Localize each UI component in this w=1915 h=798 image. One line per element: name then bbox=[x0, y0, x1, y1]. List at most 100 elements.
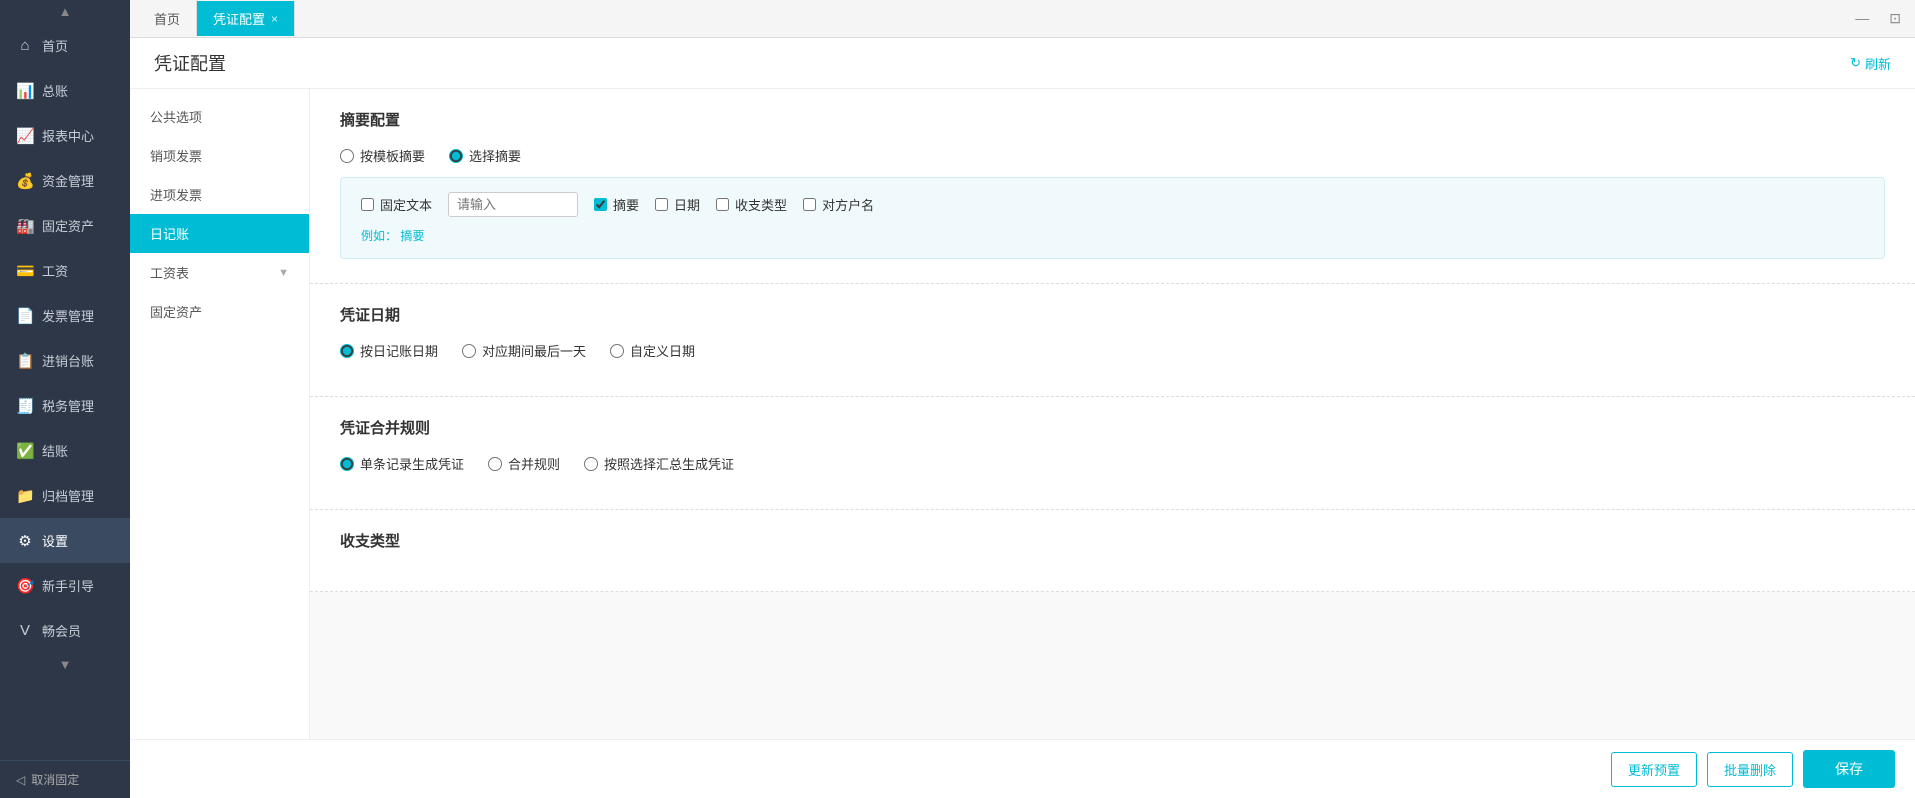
sidebar-item-invoice[interactable]: 📄 发票管理 bbox=[0, 293, 130, 338]
body-layout: 公共选项 销项发票 进项发票 日记账 工资表 ▼ 固定资产 bbox=[130, 89, 1915, 739]
funds-icon: 💰 bbox=[16, 172, 34, 190]
reports-icon: 📈 bbox=[16, 127, 34, 145]
date-radio-period[interactable]: 对应期间最后一天 bbox=[462, 341, 586, 360]
sidebar-item-tax[interactable]: 🧾 税务管理 bbox=[0, 383, 130, 428]
restore-icon[interactable]: ⊡ bbox=[1883, 8, 1907, 29]
sidebar-item-funds[interactable]: 💰 资金管理 bbox=[0, 158, 130, 203]
merge-section: 凭证合并规则 单条记录生成凭证 合并规则 按照选择汇总生成凭证 bbox=[310, 397, 1915, 510]
sidebar-item-settings[interactable]: ⚙ 设置 bbox=[0, 518, 130, 563]
left-nav-purchase-invoice-label: 进项发票 bbox=[150, 185, 202, 204]
income-type-label: 收支类型 bbox=[735, 195, 787, 214]
date-section: 凭证日期 按日记账日期 对应期间最后一天 自定义日期 bbox=[310, 284, 1915, 397]
journal-date-label: 按日记账日期 bbox=[360, 341, 438, 360]
checkbox-income-type[interactable]: 收支类型 bbox=[716, 195, 787, 214]
left-nav-sales-invoice-label: 销项发票 bbox=[150, 146, 202, 165]
sidebar-pin-toggle[interactable]: ◁ 取消固定 bbox=[0, 760, 130, 798]
example-value: 摘要 bbox=[400, 229, 424, 243]
sidebar-item-reports-label: 报表中心 bbox=[42, 126, 94, 145]
content-area: 凭证配置 ↻ 刷新 公共选项 销项发票 进项发票 日记账 bbox=[130, 38, 1915, 798]
date-checkbox[interactable] bbox=[655, 198, 668, 211]
sidebar-item-sales[interactable]: 📋 进销台账 bbox=[0, 338, 130, 383]
sidebar-item-home[interactable]: ⌂ 首页 bbox=[0, 23, 130, 68]
sidebar-item-guide[interactable]: 🎯 新手引导 bbox=[0, 563, 130, 608]
left-nav-sales-invoice[interactable]: 销项发票 bbox=[130, 136, 309, 175]
summary-checkbox[interactable] bbox=[594, 198, 607, 211]
merge-radio-summary[interactable]: 按照选择汇总生成凭证 bbox=[584, 454, 734, 473]
left-nav-public[interactable]: 公共选项 bbox=[130, 97, 309, 136]
sidebar-item-ledger[interactable]: 📊 总账 bbox=[0, 68, 130, 113]
checkbox-summary[interactable]: 摘要 bbox=[594, 195, 639, 214]
tab-voucher-config[interactable]: 凭证配置 × bbox=[197, 1, 295, 36]
batch-delete-button[interactable]: 批量删除 bbox=[1707, 752, 1793, 787]
fixed-text-checkbox[interactable] bbox=[361, 198, 374, 211]
main-area: 首页 凭证配置 × — ⊡ 凭证配置 ↻ 刷新 公共选项 bbox=[130, 0, 1915, 798]
summary-inner-box: 固定文本 摘要 日期 bbox=[340, 177, 1885, 259]
date-radio-journal[interactable]: 按日记账日期 bbox=[340, 341, 438, 360]
sidebar-item-reports[interactable]: 📈 报表中心 bbox=[0, 113, 130, 158]
merge-radio-single[interactable]: 单条记录生成凭证 bbox=[340, 454, 464, 473]
tab-bar: 首页 凭证配置 × — ⊡ bbox=[130, 0, 1915, 38]
refresh-button[interactable]: ↻ 刷新 bbox=[1850, 54, 1891, 73]
summary-template-label: 按模板摘要 bbox=[360, 146, 425, 165]
date-radio-custom[interactable]: 自定义日期 bbox=[610, 341, 695, 360]
settle-icon: ✅ bbox=[16, 442, 34, 460]
income-type-section: 收支类型 bbox=[310, 510, 1915, 592]
sidebar-scroll-up[interactable]: ▲ bbox=[0, 0, 130, 23]
left-nav-fixed-assets[interactable]: 固定资产 bbox=[130, 292, 309, 331]
summary-label: 摘要 bbox=[613, 195, 639, 214]
sidebar-item-assets[interactable]: 🏭 固定资产 bbox=[0, 203, 130, 248]
merge-radio-rule[interactable]: 合并规则 bbox=[488, 454, 560, 473]
fixed-text-input[interactable] bbox=[448, 192, 578, 217]
tab-controls: — ⊡ bbox=[1849, 8, 1907, 29]
select-summary-radio[interactable] bbox=[584, 457, 598, 471]
summary-radio-select[interactable]: 选择摘要 bbox=[449, 146, 521, 165]
fixed-text-label: 固定文本 bbox=[380, 195, 432, 214]
custom-date-label: 自定义日期 bbox=[630, 341, 695, 360]
sidebar-item-payroll[interactable]: 💳 工资 bbox=[0, 248, 130, 293]
sidebar-item-archive[interactable]: 📁 归档管理 bbox=[0, 473, 130, 518]
summary-template-radio[interactable] bbox=[340, 149, 354, 163]
sidebar-item-member[interactable]: V 畅会员 bbox=[0, 608, 130, 653]
save-button[interactable]: 保存 bbox=[1803, 750, 1895, 788]
tab-home[interactable]: 首页 bbox=[138, 1, 197, 36]
left-nav-journal[interactable]: 日记账 bbox=[130, 214, 309, 253]
refresh-icon: ↻ bbox=[1850, 55, 1861, 71]
checkbox-counterpart[interactable]: 对方户名 bbox=[803, 195, 874, 214]
income-type-title: 收支类型 bbox=[340, 530, 1885, 551]
income-type-checkbox[interactable] bbox=[716, 198, 729, 211]
counterpart-checkbox[interactable] bbox=[803, 198, 816, 211]
sidebar-scroll-down[interactable]: ▼ bbox=[0, 653, 130, 676]
sidebar-item-settle[interactable]: ✅ 结账 bbox=[0, 428, 130, 473]
guide-icon: 🎯 bbox=[16, 577, 34, 595]
example-text: 例如： 摘要 bbox=[361, 227, 1864, 244]
example-prefix: 例如： bbox=[361, 229, 397, 243]
refresh-label: 刷新 bbox=[1865, 54, 1891, 73]
checkbox-date[interactable]: 日期 bbox=[655, 195, 700, 214]
tab-close-icon[interactable]: × bbox=[271, 12, 278, 26]
page-header: 凭证配置 ↻ 刷新 bbox=[130, 38, 1915, 89]
summary-radio-template[interactable]: 按模板摘要 bbox=[340, 146, 425, 165]
update-preset-button[interactable]: 更新预置 bbox=[1611, 752, 1697, 787]
tab-home-label: 首页 bbox=[154, 12, 180, 27]
sidebar-item-invoice-label: 发票管理 bbox=[42, 306, 94, 325]
period-last-label: 对应期间最后一天 bbox=[482, 341, 586, 360]
minimize-icon[interactable]: — bbox=[1849, 8, 1875, 29]
journal-date-radio[interactable] bbox=[340, 344, 354, 358]
sales-icon: 📋 bbox=[16, 352, 34, 370]
single-record-radio[interactable] bbox=[340, 457, 354, 471]
left-nav-purchase-invoice[interactable]: 进项发票 bbox=[130, 175, 309, 214]
period-last-radio[interactable] bbox=[462, 344, 476, 358]
merge-rule-radio[interactable] bbox=[488, 457, 502, 471]
sidebar-item-settings-label: 设置 bbox=[42, 531, 68, 550]
checkbox-fixed-text[interactable]: 固定文本 bbox=[361, 195, 432, 214]
footer-bar: 更新预置 批量删除 保存 bbox=[130, 739, 1915, 798]
sidebar-item-sales-label: 进销台账 bbox=[42, 351, 94, 370]
custom-date-radio[interactable] bbox=[610, 344, 624, 358]
left-nav-payroll[interactable]: 工资表 ▼ bbox=[130, 253, 309, 292]
invoice-icon: 📄 bbox=[16, 307, 34, 325]
summary-select-radio[interactable] bbox=[449, 149, 463, 163]
select-summary-label: 按照选择汇总生成凭证 bbox=[604, 454, 734, 473]
summary-title: 摘要配置 bbox=[340, 109, 1885, 130]
left-nav: 公共选项 销项发票 进项发票 日记账 工资表 ▼ 固定资产 bbox=[130, 89, 310, 739]
date-title: 凭证日期 bbox=[340, 304, 1885, 325]
